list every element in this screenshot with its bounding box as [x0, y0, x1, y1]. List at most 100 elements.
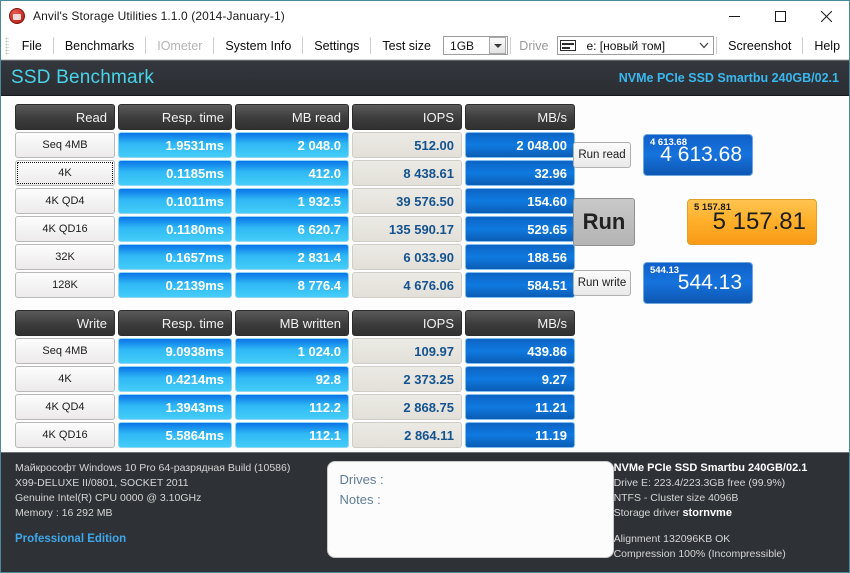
system-os: Майкрософт Windows 10 Pro 64-разрядная B… — [15, 461, 322, 476]
menu-separator — [53, 37, 54, 54]
table-row: 128K 0.2139ms 8 776.4 4 676.06 584.51 — [15, 272, 557, 298]
page-title: SSD Benchmark — [11, 67, 154, 89]
read-iops: 39 576.50 — [352, 188, 462, 214]
read-row-button[interactable]: 4K — [15, 160, 115, 186]
system-cpu: Genuine Intel(R) CPU 0000 @ 3.10GHz — [15, 491, 322, 506]
read-row-button[interactable]: 4K QD16 — [15, 216, 115, 242]
menu-file[interactable]: File — [13, 35, 51, 57]
read-resp: 0.1185ms — [118, 160, 232, 186]
write-resp: 1.3943ms — [118, 394, 232, 420]
read-score-small: 4 613.68 — [650, 137, 687, 148]
menu-screenshot[interactable]: Screenshot — [719, 35, 800, 57]
menu-separator — [716, 37, 717, 54]
test-size-label: Test size — [373, 35, 440, 57]
read-row-button[interactable]: 32K — [15, 244, 115, 270]
title-bar: Anvil's Storage Utilities 1.1.0 (2014-Ja… — [1, 1, 849, 32]
maximize-icon[interactable] — [757, 1, 803, 32]
drive-info-panel: NVMe PCIe SSD Smartbu 240GB/02.1 Drive E… — [614, 461, 839, 572]
notes-label: Notes : — [340, 490, 601, 510]
drive-info-driver-row: Storage driver stornvme — [614, 506, 839, 521]
system-memory: Memory : 16 292 MB — [15, 506, 322, 521]
run-read-button[interactable]: Run read — [573, 142, 631, 168]
read-iops: 135 590.17 — [352, 216, 462, 242]
chevron-down-icon[interactable] — [696, 37, 712, 54]
write-row-button[interactable]: 4K QD16 — [15, 422, 115, 448]
drive-icon — [560, 40, 576, 51]
menu-grip-icon — [5, 37, 9, 55]
write-row-button[interactable]: 4K — [15, 366, 115, 392]
menu-separator — [213, 37, 214, 54]
app-window: Anvil's Storage Utilities 1.1.0 (2014-Ja… — [0, 0, 850, 573]
write-mb: 92.8 — [235, 366, 349, 392]
storage-driver-value: stornvme — [682, 507, 732, 519]
close-icon[interactable] — [803, 1, 849, 32]
system-motherboard: X99-DELUXE II/0801, SOCKET 2011 — [15, 476, 322, 491]
table-spacer — [15, 298, 557, 310]
menu-help[interactable]: Help — [805, 35, 849, 57]
window-controls — [711, 1, 849, 32]
total-score-box: 5 157.81 5 157.81 — [687, 199, 817, 245]
total-score-row: Run 5 157.81 5 157.81 — [573, 198, 849, 246]
drive-info-capacity: Drive E: 223.4/223.3GB free (99.9%) — [614, 476, 839, 491]
read-mb: 412.0 — [235, 160, 349, 186]
read-resp: 0.1180ms — [118, 216, 232, 242]
write-score-row: Run write 544.13 544.13 — [573, 262, 849, 304]
write-iops: 2 868.75 — [352, 394, 462, 420]
menu-iometer: IOmeter — [148, 35, 211, 57]
drives-label: Drives : — [340, 470, 601, 490]
write-table: Write Resp. time MB written IOPS MB/s Se… — [15, 310, 557, 448]
read-resp: 0.1011ms — [118, 188, 232, 214]
write-mb: 112.2 — [235, 394, 349, 420]
drive-value: e: [новый том] — [580, 39, 671, 53]
menu-system-info[interactable]: System Info — [216, 35, 300, 57]
edition-label: Professional Edition — [15, 532, 322, 547]
drive-info-spacer — [614, 521, 839, 532]
chevron-down-icon[interactable] — [489, 37, 506, 54]
table-row: 4K QD16 5.5864ms 112.1 2 864.11 11.19 — [15, 422, 557, 448]
score-panel: Run read 4 613.68 4 613.68 Run 5 157.81 … — [557, 104, 849, 452]
table-row: 4K QD16 0.1180ms 6 620.7 135 590.17 529.… — [15, 216, 557, 242]
read-iops: 512.00 — [352, 132, 462, 158]
minimize-icon[interactable] — [711, 1, 757, 32]
write-header-label: Write — [15, 310, 115, 336]
write-score-box: 544.13 544.13 — [643, 262, 753, 304]
read-row-button[interactable]: 4K QD4 — [15, 188, 115, 214]
notes-panel[interactable]: Drives : Notes : — [327, 461, 614, 558]
table-header-row: Write Resp. time MB written IOPS MB/s — [15, 310, 557, 336]
read-iops: 6 033.90 — [352, 244, 462, 270]
drive-info-filesystem: NTFS - Cluster size 4096B — [614, 491, 839, 506]
menu-benchmarks[interactable]: Benchmarks — [56, 35, 143, 57]
write-row-button[interactable]: Seq 4MB — [15, 338, 115, 364]
read-row-button[interactable]: 128K — [15, 272, 115, 298]
device-name: NVMe PCIe SSD Smartbu 240GB/02.1 — [619, 71, 839, 85]
read-iops: 4 676.06 — [352, 272, 462, 298]
drive-select[interactable]: e: [новый том] — [557, 36, 714, 55]
menu-settings[interactable]: Settings — [305, 35, 368, 57]
run-button[interactable]: Run — [573, 198, 635, 246]
read-row-button[interactable]: Seq 4MB — [15, 132, 115, 158]
status-panel: Майкрософт Windows 10 Pro 64-разрядная B… — [1, 452, 849, 572]
table-row: 4K QD4 1.3943ms 112.2 2 868.75 11.21 — [15, 394, 557, 420]
write-header-mb: MB written — [235, 310, 349, 336]
menu-separator — [145, 37, 146, 54]
write-row-button[interactable]: 4K QD4 — [15, 394, 115, 420]
storage-driver-label: Storage driver — [614, 507, 680, 519]
write-header-resp: Resp. time — [118, 310, 232, 336]
table-row: 4K 0.4214ms 92.8 2 373.25 9.27 — [15, 366, 557, 392]
write-resp: 5.5864ms — [118, 422, 232, 448]
write-header-iops: IOPS — [352, 310, 462, 336]
read-mb: 6 620.7 — [235, 216, 349, 242]
read-score-box: 4 613.68 4 613.68 — [643, 134, 753, 176]
drive-info-title: NVMe PCIe SSD Smartbu 240GB/02.1 — [614, 461, 839, 476]
anvil-logo-icon — [9, 8, 25, 24]
menu-bar: File Benchmarks IOmeter System Info Sett… — [1, 32, 849, 60]
table-row: Seq 4MB 9.0938ms 1 024.0 109.97 439.86 — [15, 338, 557, 364]
read-header-iops: IOPS — [352, 104, 462, 130]
menu-separator — [802, 37, 803, 54]
table-row: 32K 0.1657ms 2 831.4 6 033.90 188.56 — [15, 244, 557, 270]
write-iops: 2 864.11 — [352, 422, 462, 448]
run-write-button[interactable]: Run write — [573, 270, 631, 296]
write-mb: 112.1 — [235, 422, 349, 448]
read-mb: 2 831.4 — [235, 244, 349, 270]
test-size-select[interactable]: 1GB — [443, 36, 508, 55]
